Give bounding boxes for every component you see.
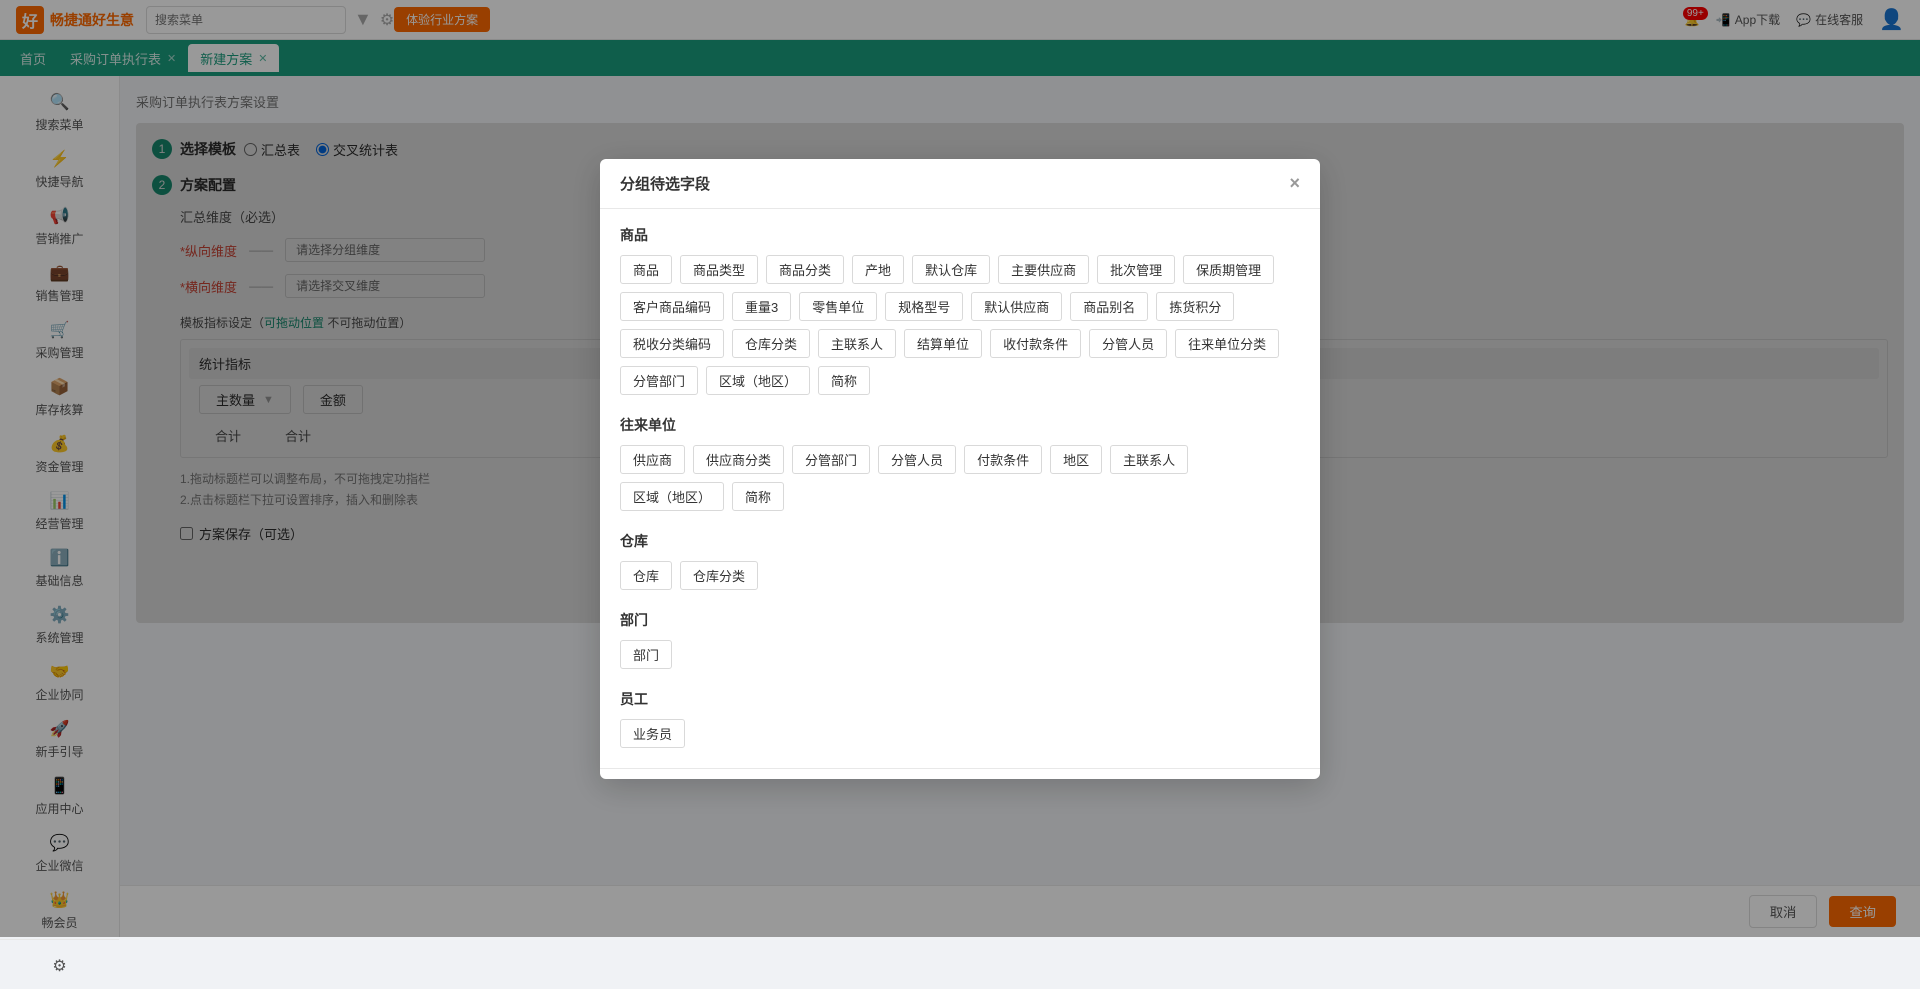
field-group-dept-title: 部门 xyxy=(620,610,1300,630)
field-tag-salesperson[interactable]: 业务员 xyxy=(620,719,685,748)
field-group-dept: 部门 部门 xyxy=(620,610,1300,669)
modal-close-button[interactable]: × xyxy=(1289,174,1300,192)
field-tag-weight3[interactable]: 重量3 xyxy=(732,292,791,321)
field-tag-payment-terms[interactable]: 收付款条件 xyxy=(990,329,1081,358)
field-tag-dept-partner[interactable]: 分管部门 xyxy=(792,445,870,474)
field-tag-default-warehouse[interactable]: 默认仓库 xyxy=(912,255,990,284)
field-tag-main-contact-partner[interactable]: 主联系人 xyxy=(1110,445,1188,474)
field-tags-dept: 部门 xyxy=(620,640,1300,669)
field-group-warehouse: 仓库 仓库 仓库分类 xyxy=(620,531,1300,590)
field-tag-region[interactable]: 区域（地区） xyxy=(706,366,810,395)
modal-overlay: 分组待选字段 × 商品 商品 商品类型 商品分类 产地 默认仓库 主要供应商 批… xyxy=(0,0,1920,937)
field-tags-goods: 商品 商品类型 商品分类 产地 默认仓库 主要供应商 批次管理 保质期管理 客户… xyxy=(620,255,1300,395)
field-tags-staff: 业务员 xyxy=(620,719,1300,748)
field-tag-payment-cond[interactable]: 付款条件 xyxy=(964,445,1042,474)
field-tag-retail-unit[interactable]: 零售单位 xyxy=(799,292,877,321)
field-tags-warehouse: 仓库 仓库分类 xyxy=(620,561,1300,590)
field-tags-partner: 供应商 供应商分类 分管部门 分管人员 付款条件 地区 主联系人 区域（地区） … xyxy=(620,445,1300,511)
field-tag-warehouse[interactable]: 仓库 xyxy=(620,561,672,590)
field-group-goods-title: 商品 xyxy=(620,225,1300,245)
field-tag-default-supplier[interactable]: 默认供应商 xyxy=(971,292,1062,321)
field-tag-tax-code[interactable]: 税收分类编码 xyxy=(620,329,724,358)
modal-hscroll[interactable] xyxy=(600,768,1320,778)
field-tag-supplier-category[interactable]: 供应商分类 xyxy=(693,445,784,474)
modal-header: 分组待选字段 × xyxy=(600,159,1320,209)
field-tag-origin[interactable]: 产地 xyxy=(852,255,904,284)
field-group-staff: 员工 业务员 xyxy=(620,689,1300,748)
field-tag-main-supplier[interactable]: 主要供应商 xyxy=(998,255,1089,284)
field-tag-settlement-unit[interactable]: 结算单位 xyxy=(904,329,982,358)
field-tag-warehouse-cat[interactable]: 仓库分类 xyxy=(680,561,758,590)
field-tag-dept[interactable]: 部门 xyxy=(620,640,672,669)
modal-body: 商品 商品 商品类型 商品分类 产地 默认仓库 主要供应商 批次管理 保质期管理… xyxy=(600,209,1320,769)
field-group-staff-title: 员工 xyxy=(620,689,1300,709)
field-tag-goods-alias[interactable]: 商品别名 xyxy=(1070,292,1148,321)
field-group-warehouse-title: 仓库 xyxy=(620,531,1300,551)
field-tag-manager[interactable]: 分管人员 xyxy=(1089,329,1167,358)
field-tag-warehouse-category[interactable]: 仓库分类 xyxy=(732,329,810,358)
field-tag-customer-code[interactable]: 客户商品编码 xyxy=(620,292,724,321)
field-group-partner: 往来单位 供应商 供应商分类 分管部门 分管人员 付款条件 地区 主联系人 区域… xyxy=(620,415,1300,511)
field-group-goods: 商品 商品 商品类型 商品分类 产地 默认仓库 主要供应商 批次管理 保质期管理… xyxy=(620,225,1300,395)
field-tag-main-contact[interactable]: 主联系人 xyxy=(818,329,896,358)
field-tag-goods-category[interactable]: 商品分类 xyxy=(766,255,844,284)
field-tag-region-partner[interactable]: 区域（地区） xyxy=(620,482,724,511)
modal-dialog: 分组待选字段 × 商品 商品 商品类型 商品分类 产地 默认仓库 主要供应商 批… xyxy=(600,159,1320,779)
field-tag-abbr-partner[interactable]: 简称 xyxy=(732,482,784,511)
field-tag-area[interactable]: 地区 xyxy=(1050,445,1102,474)
field-tag-batch-mgmt[interactable]: 批次管理 xyxy=(1097,255,1175,284)
field-tag-partner-category[interactable]: 往来单位分类 xyxy=(1175,329,1279,358)
field-tag-goods[interactable]: 商品 xyxy=(620,255,672,284)
field-tag-expiry-mgmt[interactable]: 保质期管理 xyxy=(1183,255,1274,284)
field-tag-abbr[interactable]: 简称 xyxy=(818,366,870,395)
modal-title: 分组待选字段 xyxy=(620,173,710,194)
field-tag-supplier[interactable]: 供应商 xyxy=(620,445,685,474)
field-tag-pick-points[interactable]: 拣货积分 xyxy=(1156,292,1234,321)
field-tag-staff-partner[interactable]: 分管人员 xyxy=(878,445,956,474)
field-tag-goods-type[interactable]: 商品类型 xyxy=(680,255,758,284)
field-tag-dept-manage[interactable]: 分管部门 xyxy=(620,366,698,395)
field-tag-spec-model[interactable]: 规格型号 xyxy=(885,292,963,321)
field-group-partner-title: 往来单位 xyxy=(620,415,1300,435)
